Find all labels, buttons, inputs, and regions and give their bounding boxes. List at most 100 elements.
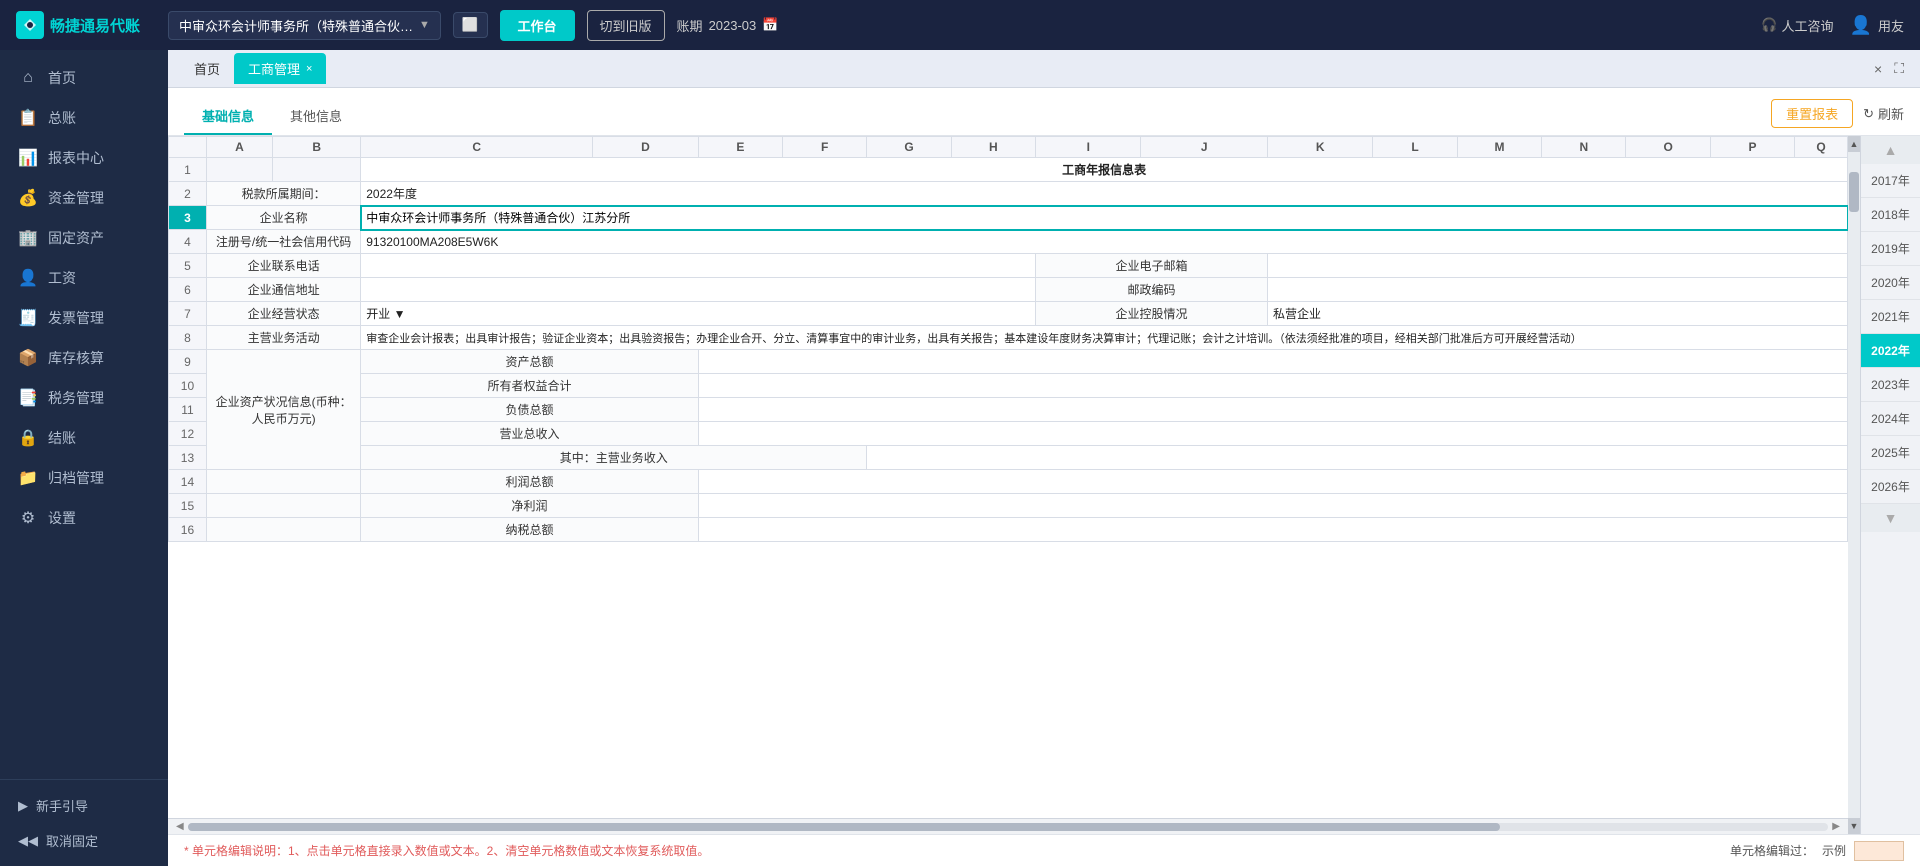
cell-5-email[interactable] [1267,254,1847,278]
col-K: K [1267,137,1372,158]
cell-2-value[interactable]: 2022年度 [361,182,1848,206]
col-I: I [1036,137,1141,158]
cell-title[interactable]: 工商年报信息表 [361,158,1848,182]
sidebar-item-payroll[interactable]: 👤 工资 [0,258,168,298]
cell-6-zip[interactable] [1267,278,1847,302]
sidebar-item-settings[interactable]: ⚙ 设置 [0,498,168,538]
cell-11-debt[interactable] [698,398,1847,422]
year-2023[interactable]: 2023年 [1861,368,1920,402]
user-menu[interactable]: 👤 用友 [1850,15,1904,36]
v-scroll-thumb[interactable] [1849,172,1859,212]
tab-close-icon[interactable]: × [306,63,312,75]
cell-14-a [206,470,360,494]
reset-report-button[interactable]: 重置报表 [1771,99,1853,128]
row-num-1: 1 [169,158,207,182]
ledger-icon: 📋 [18,108,38,128]
tab-gongshang[interactable]: 工商管理 × [234,53,326,84]
cell-13-main-revenue[interactable] [867,446,1848,470]
cell-7-status[interactable]: 开业 ▼ [361,302,1036,326]
workspace-button[interactable]: 工作台 [500,10,575,41]
cell-example-display [1854,841,1904,861]
vertical-scrollbar[interactable]: ▲ ▼ [1848,136,1860,834]
year-scroll-down[interactable]: ▼ [1861,504,1920,532]
year-2025[interactable]: 2025年 [1861,436,1920,470]
sub-tab-basic[interactable]: 基础信息 [184,98,272,135]
sidebar-item-assets[interactable]: 🏢 固定资产 [0,218,168,258]
table-row: 16 纳税总额 [169,518,1848,542]
scroll-down-icon[interactable]: ▼ [1848,818,1860,834]
calendar-icon[interactable]: 📅 [762,17,778,33]
cell-6-addr[interactable] [361,278,1036,302]
switch-version-button[interactable]: 切到旧版 [587,10,665,41]
sidebar-label-newbie: 新手引导 [36,796,88,815]
cell-5-phone[interactable] [361,254,1036,278]
sidebar-label-inventory: 库存核算 [48,348,104,368]
cell-10-equity[interactable] [698,374,1847,398]
sidebar-item-funds[interactable]: 💰 资金管理 [0,178,168,218]
sidebar-item-newbie[interactable]: ▶ 新手引导 [0,788,168,823]
cell-14-profit-label: 利润总额 [361,470,698,494]
year-2022[interactable]: 2022年 [1861,334,1920,368]
table-row: 11 负债总额 [169,398,1848,422]
year-2024[interactable]: 2024年 [1861,402,1920,436]
cell-12-revenue-label: 营业总收入 [361,422,698,446]
bottom-bar: * 单元格编辑说明：1、点击单元格直接录入数值或文本。2、清空单元格数值或文本恢… [168,834,1920,866]
sidebar-item-unpin[interactable]: ◀◀ 取消固定 [0,823,168,858]
year-2017[interactable]: 2017年 [1861,164,1920,198]
inner-content: 基础信息 其他信息 重置报表 ↻ 刷新 [168,88,1920,866]
refresh-button[interactable]: ↻ 刷新 [1863,104,1904,123]
cell-14-profit[interactable] [698,470,1847,494]
year-2019[interactable]: 2019年 [1861,232,1920,266]
sidebar-item-ledger[interactable]: 📋 总账 [0,98,168,138]
year-2020[interactable]: 2020年 [1861,266,1920,300]
company-selector[interactable]: 中审众环会计师事务所（特殊普通合伙… ▼ [168,11,441,40]
table-row: 6 企业通信地址 邮政编码 [169,278,1848,302]
scroll-up-icon[interactable]: ▲ [1848,136,1860,152]
sidebar-item-home[interactable]: ⌂ 首页 [0,58,168,98]
cell-15-net[interactable] [698,494,1847,518]
cell-12-revenue[interactable] [698,422,1847,446]
scroll-track[interactable] [188,823,1829,831]
sidebar-item-close-accounts[interactable]: 🔒 结账 [0,418,168,458]
cell-3-value[interactable]: 中审众环会计师事务所（特殊普通合伙）江苏分所 [361,206,1848,230]
year-scroll-up[interactable]: ▲ [1861,136,1920,164]
horizontal-scrollbar[interactable]: ◀ ▶ [168,818,1848,834]
sub-tab-actions: 重置报表 ↻ 刷新 [1771,99,1904,134]
window-close-icon[interactable]: × [1874,61,1882,77]
row-num-8: 8 [169,326,207,350]
refresh-icon: ↻ [1863,106,1874,122]
scroll-left-icon[interactable]: ◀ [172,821,188,832]
tab-bar: 首页 工商管理 × × ⛶ [168,50,1920,88]
sidebar-item-reports[interactable]: 📊 报表中心 [0,138,168,178]
cell-8-value[interactable]: 审查企业会计报表；出具审计报告；验证企业资本；出具验资报告；办理企业合开、分立、… [361,326,1848,350]
newbie-icon: ▶ [18,798,28,814]
cell-16-tax[interactable] [698,518,1847,542]
sidebar-label-home: 首页 [48,68,76,88]
tab-bar-right: × ⛶ [1874,60,1904,77]
table-row: 9 企业资产状况信息(币种：人民币万元) 资产总额 [169,350,1848,374]
scroll-thumb[interactable] [188,823,1500,831]
cell-4-value[interactable]: 91320100MA208E5W6K [361,230,1848,254]
sheet-body[interactable]: A B C D E F G H I J [168,136,1848,818]
cell-7-control[interactable]: 私营企业 [1267,302,1847,326]
col-B: B [273,137,361,158]
window-expand-icon[interactable]: ⛶ [1894,60,1904,77]
col-C[interactable]: C [361,137,593,158]
sidebar-item-tax[interactable]: 📑 税务管理 [0,378,168,418]
example-label: 示例 [1822,842,1846,859]
tab-home[interactable]: 首页 [184,55,230,82]
cell-9-assets[interactable] [698,350,1847,374]
copy-button[interactable]: ⬜ [453,12,488,38]
sidebar-item-archive[interactable]: 📁 归档管理 [0,458,168,498]
year-2018[interactable]: 2018年 [1861,198,1920,232]
scroll-right-icon[interactable]: ▶ [1828,821,1844,832]
year-2021[interactable]: 2021年 [1861,300,1920,334]
v-scroll-track[interactable] [1848,152,1860,818]
sidebar-item-inventory[interactable]: 📦 库存核算 [0,338,168,378]
sidebar-item-invoice[interactable]: 🧾 发票管理 [0,298,168,338]
sub-tab-other[interactable]: 其他信息 [272,98,360,135]
row-num-4: 4 [169,230,207,254]
cell-15-net-label: 净利润 [361,494,698,518]
year-2026[interactable]: 2026年 [1861,470,1920,504]
service-button[interactable]: 🎧 人工咨询 [1761,16,1833,35]
